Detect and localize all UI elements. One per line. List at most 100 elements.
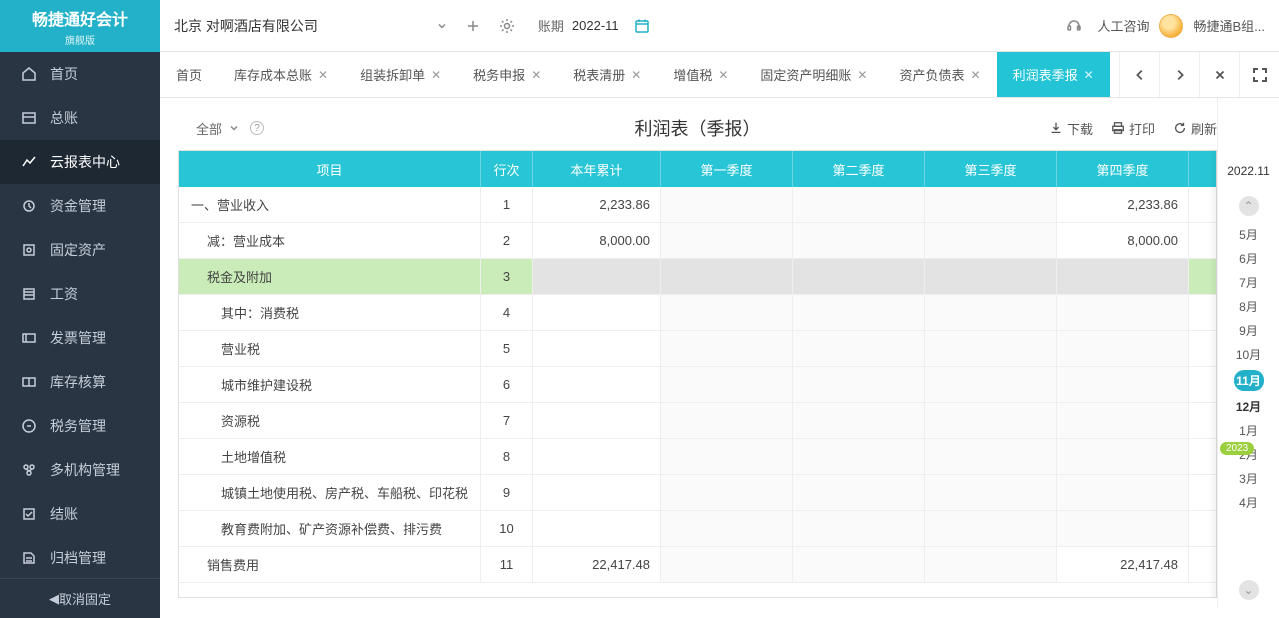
cell-q3 bbox=[925, 367, 1057, 402]
tab-1[interactable]: 库存成本总账✕ bbox=[218, 52, 344, 97]
tab-4[interactable]: 税表清册✕ bbox=[557, 52, 657, 97]
user-name[interactable]: 畅捷通B组... bbox=[1193, 16, 1265, 35]
consult-button[interactable]: 人工咨询 bbox=[1057, 16, 1149, 35]
avatar[interactable] bbox=[1159, 14, 1183, 38]
sidebar-item-0[interactable]: 首页 bbox=[0, 52, 160, 96]
rail-month-3[interactable]: 8月 bbox=[1234, 298, 1264, 315]
rail-month-0[interactable]: 5月 bbox=[1234, 226, 1264, 243]
nav-icon bbox=[20, 153, 38, 171]
refresh-button[interactable]: 刷新 bbox=[1173, 119, 1217, 138]
rail-month-11[interactable]: 4月 bbox=[1234, 494, 1264, 511]
rail-month-7[interactable]: 12月 bbox=[1234, 398, 1264, 415]
sidebar-item-9[interactable]: 多机构管理 bbox=[0, 448, 160, 492]
filter-all-dropdown[interactable]: 全部 ? bbox=[196, 119, 264, 138]
close-icon[interactable]: ✕ bbox=[971, 68, 981, 82]
nav-label: 云报表中心 bbox=[50, 152, 120, 172]
cell-num: 7 bbox=[481, 403, 533, 438]
close-icon[interactable]: ✕ bbox=[631, 68, 641, 82]
close-icon[interactable]: ✕ bbox=[1084, 68, 1094, 82]
close-icon[interactable]: ✕ bbox=[718, 68, 728, 82]
tab-next-button[interactable] bbox=[1159, 52, 1199, 97]
tab-5[interactable]: 增值税✕ bbox=[657, 52, 744, 97]
th-q2: 第二季度 bbox=[793, 151, 925, 187]
sidebar-item-8[interactable]: 税务管理 bbox=[0, 404, 160, 448]
sidebar-item-10[interactable]: 结账 bbox=[0, 492, 160, 536]
cell-q4: 2,233.86 bbox=[1057, 187, 1189, 222]
company-dropdown-icon[interactable] bbox=[436, 20, 448, 32]
cell-year bbox=[533, 403, 661, 438]
sidebar-item-3[interactable]: 资金管理 bbox=[0, 184, 160, 228]
cell-q4 bbox=[1057, 367, 1189, 402]
rail-month-4[interactable]: 9月 bbox=[1234, 322, 1264, 339]
tab-7[interactable]: 资产负债表✕ bbox=[883, 52, 996, 97]
cell-num: 5 bbox=[481, 331, 533, 366]
close-icon[interactable]: ✕ bbox=[431, 68, 441, 82]
table-row[interactable]: 税金及附加3 bbox=[179, 259, 1216, 295]
sidebar-item-5[interactable]: 工资 bbox=[0, 272, 160, 316]
unpin-button[interactable]: ◀ 取消固定 bbox=[0, 578, 160, 618]
nav-label: 工资 bbox=[50, 284, 78, 304]
tab-3[interactable]: 税务申报✕ bbox=[457, 52, 557, 97]
rail-month-1[interactable]: 6月 bbox=[1234, 250, 1264, 267]
close-icon[interactable]: ✕ bbox=[857, 68, 867, 82]
close-icon[interactable]: ✕ bbox=[318, 68, 328, 82]
tab-6[interactable]: 固定资产明细账✕ bbox=[744, 52, 883, 97]
rail-month-10[interactable]: 3月 bbox=[1234, 470, 1264, 487]
company-name[interactable]: 北京 对啊酒店有限公司 bbox=[174, 16, 318, 36]
table-row[interactable]: 教育费附加、矿产资源补偿费、排污费10 bbox=[179, 511, 1216, 547]
cell-num: 2 bbox=[481, 223, 533, 258]
table-body[interactable]: 一、营业收入12,233.862,233.86减：营业成本28,000.008,… bbox=[179, 187, 1216, 597]
table-row[interactable]: 销售费用1122,417.4822,417.48 bbox=[179, 547, 1216, 583]
calendar-icon[interactable] bbox=[633, 17, 651, 35]
tab-0[interactable]: 首页 bbox=[160, 52, 218, 97]
table-row[interactable]: 土地增值税8 bbox=[179, 439, 1216, 475]
tab-2[interactable]: 组装拆卸单✕ bbox=[344, 52, 457, 97]
logo: 畅捷通好会计 旗舰版 bbox=[0, 0, 160, 52]
sidebar-item-2[interactable]: 云报表中心 bbox=[0, 140, 160, 184]
tab-prev-button[interactable] bbox=[1119, 52, 1159, 97]
nav-label: 归档管理 bbox=[50, 548, 106, 568]
sidebar-item-6[interactable]: 发票管理 bbox=[0, 316, 160, 360]
tab-8[interactable]: 利润表季报✕ bbox=[997, 52, 1110, 97]
tab-close-button[interactable] bbox=[1199, 52, 1239, 97]
table-row[interactable]: 城市维护建设税6 bbox=[179, 367, 1216, 403]
table-row[interactable]: 减：营业成本28,000.008,000.00 bbox=[179, 223, 1216, 259]
cell-q3 bbox=[925, 547, 1057, 582]
table-row[interactable]: 城镇土地使用税、房产税、车船税、印花税9 bbox=[179, 475, 1216, 511]
sidebar-item-7[interactable]: 库存核算 bbox=[0, 360, 160, 404]
table-row[interactable]: 资源税7 bbox=[179, 403, 1216, 439]
tab-label: 首页 bbox=[176, 65, 202, 84]
print-button[interactable]: 打印 bbox=[1111, 119, 1155, 138]
cell-year bbox=[533, 367, 661, 402]
rail-month-5[interactable]: 10月 bbox=[1234, 346, 1264, 363]
download-button[interactable]: 下载 bbox=[1049, 119, 1093, 138]
rail-month-2[interactable]: 7月 bbox=[1234, 274, 1264, 291]
toolbar: 全部 ? 利润表（季报） 下载 打印 刷新 bbox=[178, 108, 1217, 148]
plus-icon[interactable] bbox=[464, 17, 482, 35]
nav-icon bbox=[20, 285, 38, 303]
gear-icon[interactable] bbox=[498, 17, 516, 35]
nav-label: 多机构管理 bbox=[50, 460, 120, 480]
sidebar-item-1[interactable]: 总账 bbox=[0, 96, 160, 140]
period-value[interactable]: 2022-11 bbox=[572, 18, 619, 33]
cell-item: 其中：消费税 bbox=[179, 295, 481, 330]
cell-q2 bbox=[793, 511, 925, 546]
rail-down-button[interactable]: ⌄ bbox=[1239, 580, 1259, 600]
cell-num: 6 bbox=[481, 367, 533, 402]
cell-item: 教育费附加、矿产资源补偿费、排污费 bbox=[179, 511, 481, 546]
fullscreen-button[interactable] bbox=[1239, 52, 1279, 97]
rail-month-8[interactable]: 1月 bbox=[1234, 422, 1264, 439]
rail-month-6[interactable]: 11月 bbox=[1234, 370, 1264, 391]
rail-up-button[interactable]: ⌃ bbox=[1239, 196, 1259, 216]
table-row[interactable]: 营业税5 bbox=[179, 331, 1216, 367]
tabs-row: 首页库存成本总账✕组装拆卸单✕税务申报✕税表清册✕增值税✕固定资产明细账✕资产负… bbox=[160, 52, 1279, 98]
th-q4: 第四季度 bbox=[1057, 151, 1189, 187]
sidebar-item-11[interactable]: 归档管理 bbox=[0, 536, 160, 580]
table-row[interactable]: 其中：消费税4 bbox=[179, 295, 1216, 331]
close-icon[interactable]: ✕ bbox=[531, 68, 541, 82]
table-row[interactable]: 一、营业收入12,233.862,233.86 bbox=[179, 187, 1216, 223]
sidebar-item-4[interactable]: 固定资产 bbox=[0, 228, 160, 272]
cell-year bbox=[533, 295, 661, 330]
cell-item: 城镇土地使用税、房产税、车船税、印花税 bbox=[179, 475, 481, 510]
help-icon[interactable]: ? bbox=[250, 121, 264, 135]
